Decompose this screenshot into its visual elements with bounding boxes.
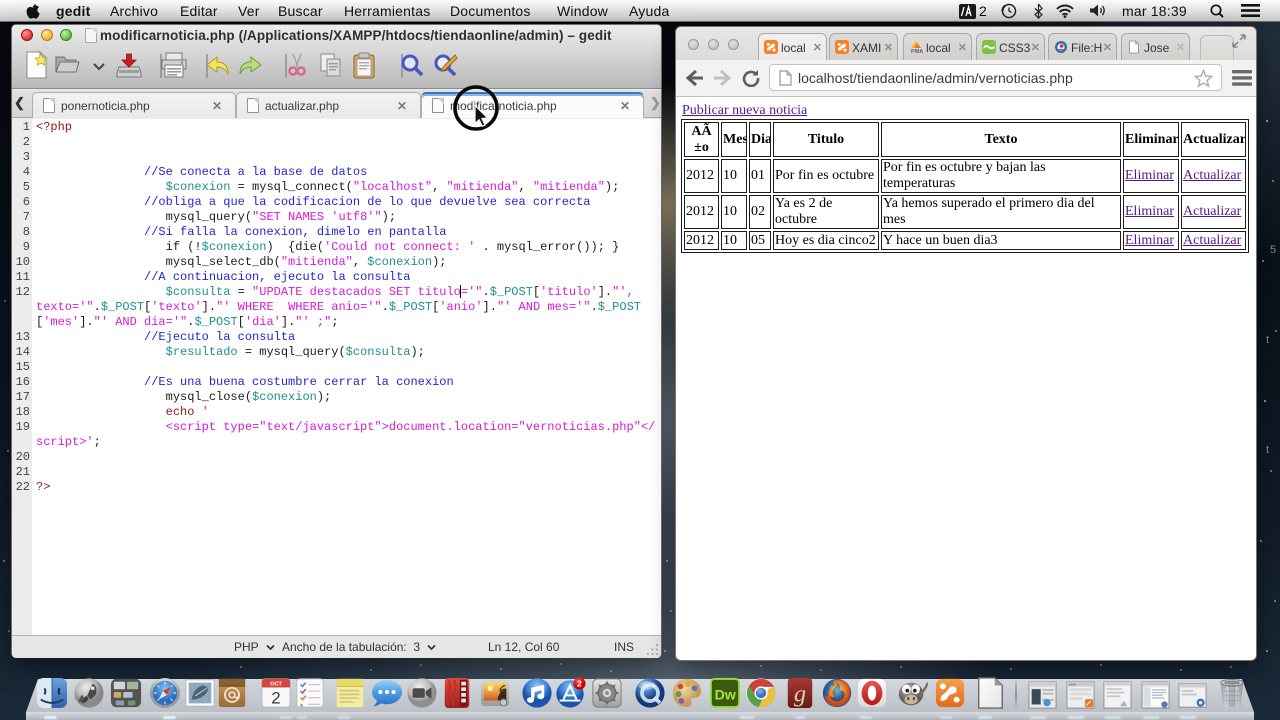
svg-text:2: 2 (577, 678, 582, 688)
svg-text:PMA: PMA (911, 49, 923, 54)
svg-text:OCT: OCT (270, 681, 282, 687)
svg-text:Dw: Dw (715, 687, 736, 703)
svg-text:2: 2 (271, 688, 280, 707)
svg-text:iPhone: iPhone (1043, 698, 1054, 702)
svg-text:g: g (794, 680, 806, 707)
